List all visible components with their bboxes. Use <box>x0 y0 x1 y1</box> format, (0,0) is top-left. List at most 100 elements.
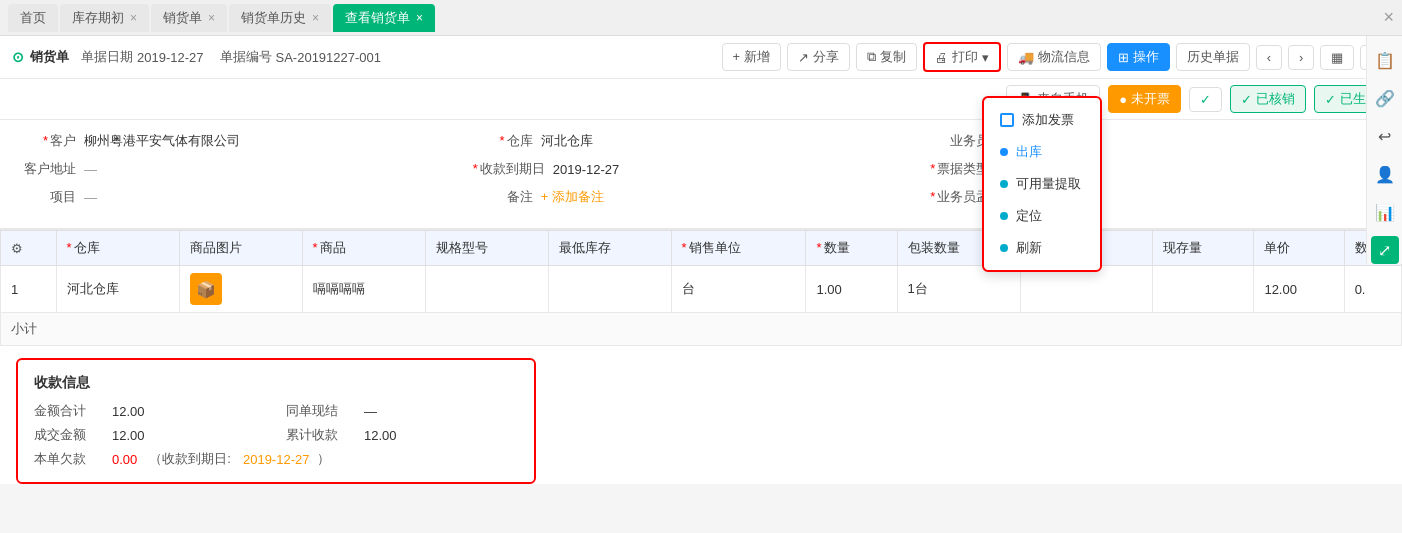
sidebar-icon-chart[interactable]: 📊 <box>1371 198 1399 226</box>
tab-view-sales[interactable]: 查看销货单 × <box>333 4 435 32</box>
dropdown-refresh[interactable]: 刷新 <box>984 232 1100 264</box>
window-close-button[interactable]: × <box>1383 7 1394 28</box>
tab-inventory-close[interactable]: × <box>130 11 137 25</box>
payment-owed-close: ） <box>317 450 330 468</box>
product-table-wrap: ⚙ 仓库 商品图片 商品 规格型号 最低库存 销售单位 数量 包装数量 可用量 … <box>0 229 1402 346</box>
tab-sales-close[interactable]: × <box>208 11 215 25</box>
row-more: 0. <box>1344 266 1401 313</box>
payment-deal-item: 成交金额 12.00 <box>34 426 266 444</box>
note-field: 备注 + 添加备注 <box>473 188 930 206</box>
row-current <box>1153 266 1254 313</box>
dropdown-available-qty[interactable]: 可用量提取 <box>984 168 1100 200</box>
new-button[interactable]: + 新增 <box>722 43 781 71</box>
settings-icon[interactable]: ⚙ <box>11 241 23 256</box>
invoice-square-icon <box>1000 113 1014 127</box>
share-button[interactable]: ↗ 分享 <box>787 43 850 71</box>
address-value: — <box>84 162 97 177</box>
sidebar-icon-user[interactable]: 👤 <box>1371 160 1399 188</box>
col-min-stock: 最低库存 <box>548 231 671 266</box>
tab-view-sales-close[interactable]: × <box>416 11 423 25</box>
project-field: 项目 — <box>16 188 473 206</box>
copy-icon: ⧉ <box>867 49 876 65</box>
tab-bar: 首页 库存期初 × 销货单 × 销货单历史 × 查看销货单 × × <box>0 0 1402 36</box>
doc-number-meta: 单据编号 SA-20191227-001 <box>220 48 382 66</box>
copy-button[interactable]: ⧉ 复制 <box>856 43 917 71</box>
ticket-icon: ● <box>1119 92 1127 107</box>
project-label: 项目 <box>16 188 76 206</box>
payment-amount-label: 金额合计 <box>34 402 104 420</box>
row-spec <box>425 266 548 313</box>
dropdown-outbound[interactable]: 出库 <box>984 136 1100 168</box>
checked1-button[interactable]: ✓ 已核销 <box>1230 85 1306 113</box>
col-spec: 规格型号 <box>425 231 548 266</box>
sidebar-icon-link[interactable]: 🔗 <box>1371 84 1399 112</box>
row-warehouse: 河北仓库 <box>56 266 179 313</box>
toolbar-right: + 新增 ↗ 分享 ⧉ 复制 🖨 打印 ▾ 🚚 物流信息 ⊞ 操作 <box>722 42 1391 72</box>
payment-owed-note: （收款到期日: <box>149 450 231 468</box>
col-qty: 数量 <box>806 231 897 266</box>
available-qty-dot-icon <box>1000 180 1008 188</box>
sidebar-icon-expand[interactable]: ⤢ <box>1371 236 1399 264</box>
product-table: ⚙ 仓库 商品图片 商品 规格型号 最低库存 销售单位 数量 包装数量 可用量 … <box>0 230 1402 346</box>
sidebar-icon-clipboard[interactable]: 📋 <box>1371 46 1399 74</box>
project-value: — <box>84 190 97 205</box>
grid-view-button[interactable]: ▦ <box>1320 45 1354 70</box>
form-area: 客户 柳州粤港平安气体有限公司 仓库 河北仓库 业务员 演示账号 客户地址 — … <box>0 120 1402 229</box>
payment-owed-date: 2019-12-27 <box>243 452 310 467</box>
payment-cumulative-value: 12.00 <box>364 428 397 443</box>
row-price: 12.00 <box>1254 266 1344 313</box>
dropdown-add-invoice[interactable]: 添加发票 <box>984 104 1100 136</box>
print-dropdown-icon: ▾ <box>982 50 989 65</box>
staff2-label: 业务员孟 <box>929 188 989 206</box>
tab-sales-history-close[interactable]: × <box>312 11 319 25</box>
check-icon-btn[interactable]: ✓ <box>1189 87 1222 112</box>
row-no: 1 <box>1 266 57 313</box>
next-button[interactable]: › <box>1288 45 1314 70</box>
payment-owed-row: 本单欠款 0.00 （收款到期日: 2019-12-27 ） <box>34 450 518 468</box>
doc-title: ⊙ 销货单 <box>12 48 69 66</box>
address-label: 客户地址 <box>16 160 76 178</box>
sales-order-icon: ⊙ <box>12 49 24 65</box>
logistics-button[interactable]: 🚚 物流信息 <box>1007 43 1101 71</box>
tab-home[interactable]: 首页 <box>8 4 58 32</box>
col-current: 现存量 <box>1153 231 1254 266</box>
tab-inventory-label: 库存期初 <box>72 9 124 27</box>
doc-date-value: 2019-12-27 <box>137 50 204 65</box>
dropdown-locate[interactable]: 定位 <box>984 200 1100 232</box>
add-note-btn[interactable]: + 添加备注 <box>541 188 604 206</box>
tab-view-sales-label: 查看销货单 <box>345 9 410 27</box>
sidebar-icon-return[interactable]: ↩ <box>1371 122 1399 150</box>
tab-sales-history-label: 销货单历史 <box>241 9 306 27</box>
address-field: 客户地址 — <box>16 160 473 178</box>
form-row-1: 客户 柳州粤港平安气体有限公司 仓库 河北仓库 业务员 演示账号 <box>16 132 1386 150</box>
operations-dropdown: 添加发票 出库 可用量提取 定位 刷新 <box>982 96 1102 272</box>
prev-button[interactable]: ‹ <box>1256 45 1282 70</box>
operations-icon: ⊞ <box>1118 50 1129 65</box>
operations-button[interactable]: ⊞ 操作 <box>1107 43 1170 71</box>
tab-sales-history[interactable]: 销货单历史 × <box>229 4 331 32</box>
col-settings: ⚙ <box>1 231 57 266</box>
doc-number-label: 单据编号 <box>220 48 272 66</box>
right-sidebar: 📋 🔗 ↩ 👤 📊 ⤢ <box>1366 36 1402 264</box>
product-image: 📦 <box>190 273 222 305</box>
outbound-dot-icon <box>1000 148 1008 156</box>
check-icon: ✓ <box>1200 92 1211 107</box>
checked2-icon: ✓ <box>1325 92 1336 107</box>
doc-date-label: 单据日期 <box>81 48 133 66</box>
col-product: 商品 <box>302 231 425 266</box>
refresh-dot-icon <box>1000 244 1008 252</box>
history-button[interactable]: 历史单据 <box>1176 43 1250 71</box>
not-opened-button[interactable]: ● 未开票 <box>1108 85 1181 113</box>
payment-settlement-value: — <box>364 404 377 419</box>
main-content: ⊙ 销货单 单据日期 2019-12-27 单据编号 SA-20191227-0… <box>0 36 1402 484</box>
tab-sales[interactable]: 销货单 × <box>151 4 227 32</box>
tab-inventory[interactable]: 库存期初 × <box>60 4 149 32</box>
customer-field: 客户 柳州粤港平安气体有限公司 <box>16 132 473 150</box>
payment-grid: 金额合计 12.00 同单现结 — 成交金额 12.00 累计收款 12.00 … <box>34 402 518 468</box>
print-button[interactable]: 🖨 打印 ▾ <box>923 42 1001 72</box>
doc-title-text: 销货单 <box>30 48 69 66</box>
row-image: 📦 <box>179 266 302 313</box>
row-unit: 台 <box>671 266 806 313</box>
warehouse-value: 河北仓库 <box>541 132 593 150</box>
doc-number-value: SA-20191227-001 <box>276 50 382 65</box>
